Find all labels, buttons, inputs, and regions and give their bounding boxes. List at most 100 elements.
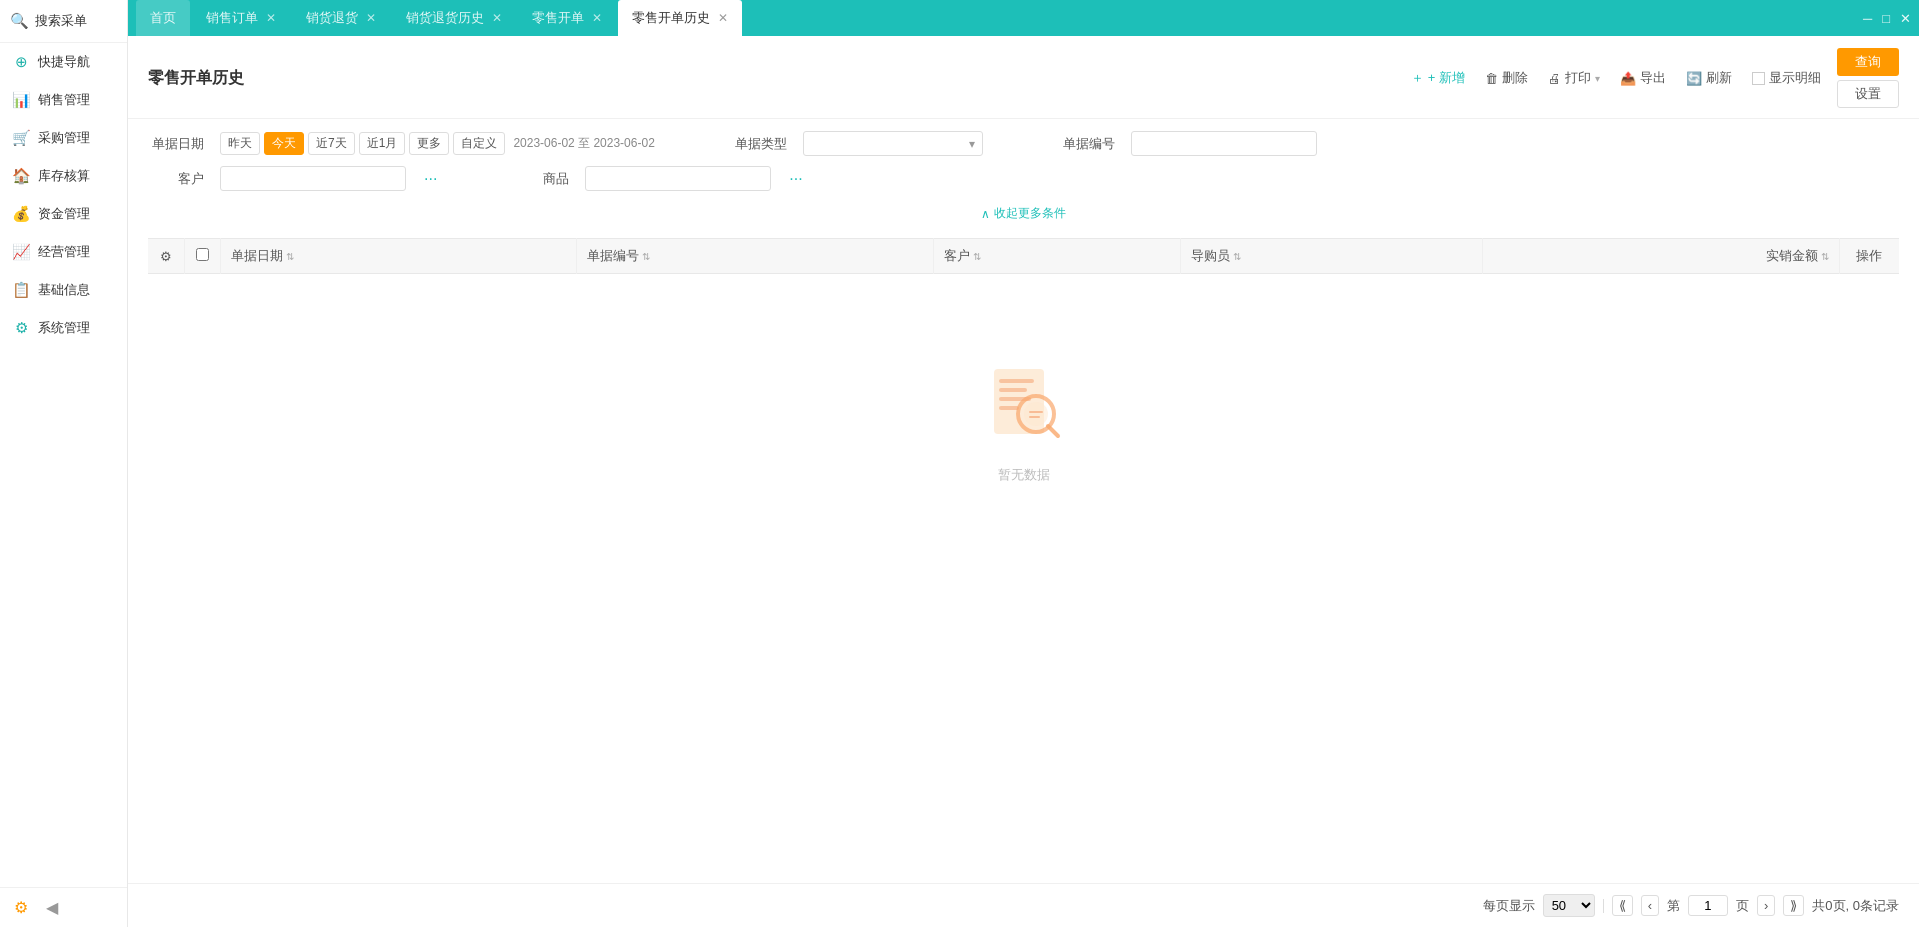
goods-picker-icon[interactable]: ··· — [789, 170, 802, 188]
tab-sales-order[interactable]: 销售订单 ✕ — [192, 0, 290, 36]
topbar-right: ─ □ ✕ — [1863, 11, 1911, 26]
page-number-input[interactable] — [1688, 895, 1728, 916]
th-settings[interactable]: ⚙ — [148, 239, 184, 274]
sidebar-item-finance[interactable]: 💰 资金管理 — [0, 195, 127, 233]
tab-sales-order-close[interactable]: ✕ — [266, 11, 276, 25]
sidebar-search[interactable]: 🔍 搜索采单 — [0, 0, 127, 43]
tab-retail-open-history-label: 零售开单历史 — [632, 9, 710, 27]
per-page-select[interactable]: 10 20 50 100 — [1543, 894, 1595, 917]
doc-no-input[interactable] — [1131, 131, 1317, 156]
print-arrow: ▾ — [1595, 73, 1600, 84]
page-title: 零售开单历史 — [148, 68, 244, 89]
page-content: 零售开单历史 ＋ + 新增 🗑 删除 🖨 打印 ▾ 📤 导出 — [128, 36, 1919, 927]
settings-icon[interactable]: ⚙ — [14, 898, 28, 917]
tab-retail-open[interactable]: 零售开单 ✕ — [518, 0, 616, 36]
th-op-label: 操作 — [1856, 248, 1882, 263]
print-button[interactable]: 🖨 打印 ▾ — [1544, 67, 1604, 89]
tab-retail-open-history[interactable]: 零售开单历史 ✕ — [618, 0, 742, 36]
th-date[interactable]: 单据日期 ⇅ — [220, 239, 577, 274]
doc-type-label: 单据类型 — [731, 135, 787, 153]
tab-retail-open-history-close[interactable]: ✕ — [718, 11, 728, 25]
date-btn-today[interactable]: 今天 — [264, 132, 304, 155]
total-info: 共0页, 0条记录 — [1812, 897, 1899, 915]
new-button[interactable]: ＋ + 新增 — [1407, 67, 1469, 89]
page-header: 零售开单历史 ＋ + 新增 🗑 删除 🖨 打印 ▾ 📤 导出 — [128, 36, 1919, 119]
th-no[interactable]: 单据编号 ⇅ — [577, 239, 934, 274]
tab-sales-return-history[interactable]: 销货退货历史 ✕ — [392, 0, 516, 36]
prev-page-button[interactable]: ‹ — [1641, 895, 1659, 916]
settings-button[interactable]: 设置 — [1837, 80, 1899, 108]
date-btn-1month[interactable]: 近1月 — [359, 132, 406, 155]
delete-icon: 🗑 — [1485, 71, 1498, 86]
first-page-button[interactable]: ⟪ — [1612, 895, 1633, 916]
export-button[interactable]: 📤 导出 — [1616, 67, 1670, 89]
sidebar-item-label: 资金管理 — [38, 205, 90, 223]
search-icon: 🔍 — [10, 12, 29, 30]
purchase-mgmt-icon: 🛒 — [12, 129, 30, 147]
date-btn-custom[interactable]: 自定义 — [453, 132, 505, 155]
query-group: 查询 设置 — [1837, 48, 1899, 108]
pagination-bar: 每页显示 10 20 50 100 ⟪ ‹ 第 页 › ⟫ 共0页, 0条记录 — [128, 883, 1919, 927]
tab-sales-return[interactable]: 销货退货 ✕ — [292, 0, 390, 36]
doc-type-select[interactable] — [803, 131, 983, 156]
query-button[interactable]: 查询 — [1837, 48, 1899, 76]
window-maximize[interactable]: □ — [1882, 11, 1890, 26]
sort-icon-customer: ⇅ — [973, 251, 981, 262]
filter-area: 单据日期 昨天 今天 近7天 近1月 更多 自定义 2023-06-02 至 2… — [128, 119, 1919, 238]
window-close[interactable]: ✕ — [1900, 11, 1911, 26]
th-amount[interactable]: 实销金额 ⇅ — [1482, 239, 1839, 274]
sidebar-item-inventory[interactable]: 🏠 库存核算 — [0, 157, 127, 195]
select-all-checkbox[interactable] — [196, 248, 209, 261]
date-btn-7days[interactable]: 近7天 — [308, 132, 355, 155]
sidebar-item-label: 基础信息 — [38, 281, 90, 299]
next-page-button[interactable]: › — [1757, 895, 1775, 916]
sidebar: 🔍 搜索采单 ⊕ 快捷导航 📊 销售管理 🛒 采购管理 🏠 库存核算 💰 资金管… — [0, 0, 128, 927]
th-customer[interactable]: 客户 ⇅ — [934, 239, 1180, 274]
refresh-button[interactable]: 🔄 刷新 — [1682, 67, 1736, 89]
toolbar: ＋ + 新增 🗑 删除 🖨 打印 ▾ 📤 导出 🔄 — [1407, 48, 1899, 108]
th-guide[interactable]: 导购员 ⇅ — [1180, 239, 1482, 274]
delete-button[interactable]: 🗑 删除 — [1481, 67, 1532, 89]
operation-icon: 📈 — [12, 243, 30, 261]
export-icon: 📤 — [1620, 71, 1636, 86]
date-btn-yesterday[interactable]: 昨天 — [220, 132, 260, 155]
sort-icon-amount: ⇅ — [1821, 251, 1829, 262]
finance-icon: 💰 — [12, 205, 30, 223]
sidebar-item-basic-info[interactable]: 📋 基础信息 — [0, 271, 127, 309]
table-container: ⚙ 单据日期 ⇅ 单据编号 — [128, 238, 1919, 883]
delete-label: 删除 — [1502, 69, 1528, 87]
tab-retail-open-label: 零售开单 — [532, 9, 584, 27]
th-checkbox[interactable] — [184, 239, 220, 274]
goods-input[interactable] — [585, 166, 771, 191]
window-minimize[interactable]: ─ — [1863, 11, 1872, 26]
tab-sales-return-close[interactable]: ✕ — [366, 11, 376, 25]
th-date-label: 单据日期 — [231, 247, 283, 265]
sidebar-item-system-mgmt[interactable]: ⚙ 系统管理 — [0, 309, 127, 347]
settings-gear-icon: ⚙ — [160, 249, 172, 264]
pagination-divider — [1603, 899, 1604, 913]
collapse-icon[interactable]: ◀ — [46, 898, 58, 917]
tab-home[interactable]: 首页 — [136, 0, 190, 36]
customer-picker-icon[interactable]: ··· — [424, 170, 437, 188]
topbar: 首页 销售订单 ✕ 销货退货 ✕ 销货退货历史 ✕ 零售开单 ✕ 零售开单历史 … — [128, 0, 1919, 36]
sidebar-item-quick-nav[interactable]: ⊕ 快捷导航 — [0, 43, 127, 81]
display-detail-button[interactable]: 显示明细 — [1748, 67, 1825, 89]
sidebar-item-sales-mgmt[interactable]: 📊 销售管理 — [0, 81, 127, 119]
sidebar-item-label: 经营管理 — [38, 243, 90, 261]
per-page-label: 每页显示 — [1483, 897, 1535, 915]
tab-sales-return-history-close[interactable]: ✕ — [492, 11, 502, 25]
tab-sales-return-label: 销货退货 — [306, 9, 358, 27]
th-customer-label: 客户 — [944, 247, 970, 265]
sidebar-item-purchase-mgmt[interactable]: 🛒 采购管理 — [0, 119, 127, 157]
last-page-button[interactable]: ⟫ — [1783, 895, 1804, 916]
tab-retail-open-close[interactable]: ✕ — [592, 11, 602, 25]
sort-icon-date: ⇅ — [286, 251, 294, 262]
collapse-bar[interactable]: ∧ 收起更多条件 — [148, 201, 1899, 230]
sidebar-item-label: 采购管理 — [38, 129, 90, 147]
export-label: 导出 — [1640, 69, 1666, 87]
date-btn-more[interactable]: 更多 — [409, 132, 449, 155]
refresh-label: 刷新 — [1706, 69, 1732, 87]
checkbox-icon — [1752, 72, 1765, 85]
sidebar-item-operation[interactable]: 📈 经营管理 — [0, 233, 127, 271]
customer-input[interactable] — [220, 166, 406, 191]
